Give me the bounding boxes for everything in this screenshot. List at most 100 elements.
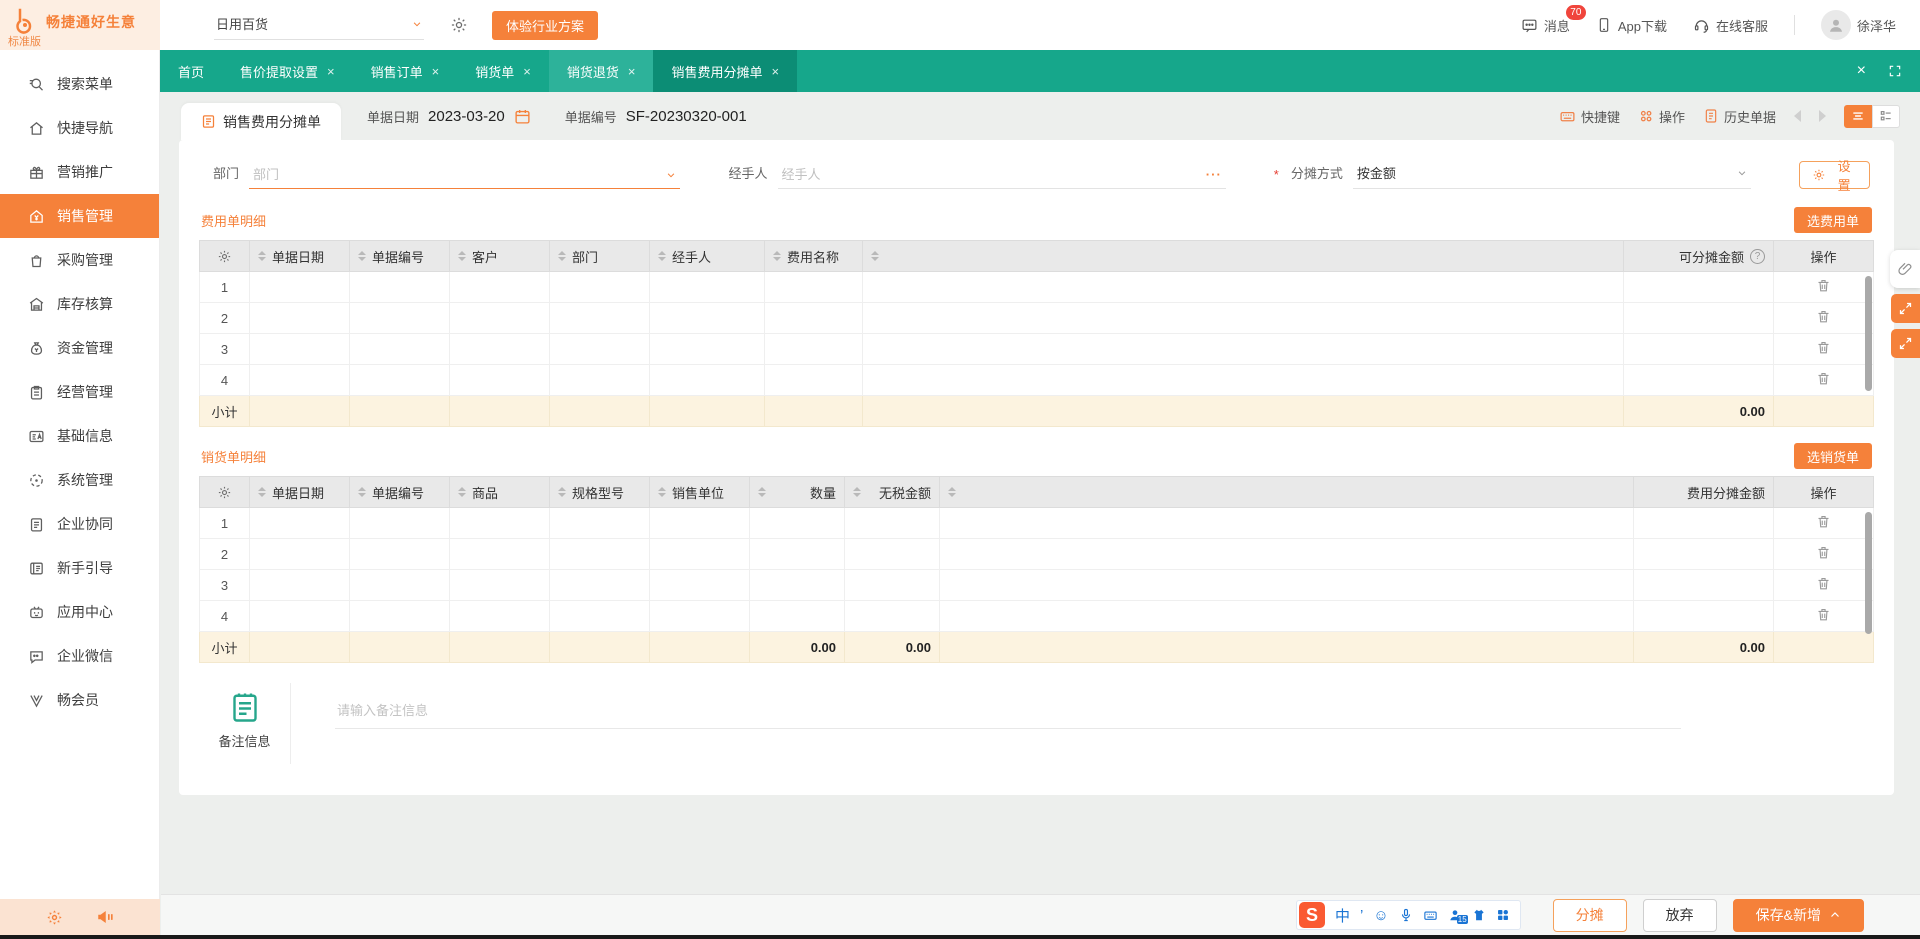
- expand-panel-icon[interactable]: [1891, 329, 1920, 358]
- account-select[interactable]: 日用百货: [214, 10, 424, 40]
- col-blank[interactable]: [862, 240, 1624, 272]
- settings-gear-icon[interactable]: [46, 909, 63, 926]
- sort-icon[interactable]: [758, 487, 766, 497]
- delete-row-icon[interactable]: [1816, 607, 1831, 622]
- col-doc-date[interactable]: 单据日期: [249, 240, 350, 272]
- fullscreen-icon[interactable]: [1888, 64, 1902, 78]
- col-expense-name[interactable]: 费用名称: [764, 240, 863, 272]
- sidebar-item-member[interactable]: 畅会员: [0, 678, 159, 722]
- sort-icon[interactable]: [358, 251, 366, 261]
- col-spec-model[interactable]: 规格型号: [549, 476, 650, 508]
- detail-view-toggle[interactable]: [1872, 104, 1900, 128]
- online-service-button[interactable]: 在线客服: [1693, 16, 1768, 35]
- ime-toolbox-icon[interactable]: [1496, 908, 1510, 922]
- col-allocated-amount[interactable]: 费用分摊金额: [1633, 476, 1774, 508]
- col-notax-amount[interactable]: 无税金额: [844, 476, 940, 508]
- method-select[interactable]: 按金额: [1352, 160, 1752, 189]
- close-icon[interactable]: ×: [628, 64, 636, 79]
- sort-icon[interactable]: [358, 487, 366, 497]
- sort-icon[interactable]: [853, 487, 861, 497]
- ime-keyboard-icon[interactable]: [1423, 908, 1438, 923]
- close-icon[interactable]: ×: [771, 64, 779, 79]
- settings-button[interactable]: 设置: [1799, 159, 1870, 193]
- sidebar-item-app-center[interactable]: 应用中心: [0, 590, 159, 634]
- app-download-button[interactable]: App下载: [1596, 16, 1667, 35]
- sidebar-item-enterprise-collab[interactable]: 企业协同: [0, 502, 159, 546]
- col-dept[interactable]: 部门: [549, 240, 650, 272]
- trial-industry-button[interactable]: 体验行业方案: [492, 10, 599, 40]
- gear-icon[interactable]: [450, 16, 468, 34]
- delete-row-icon[interactable]: [1816, 278, 1831, 293]
- attachment-paperclip-icon[interactable]: [1890, 250, 1920, 288]
- sort-icon[interactable]: [258, 251, 266, 261]
- sidebar-item-wecom[interactable]: 企业微信: [0, 634, 159, 678]
- delete-row-icon[interactable]: [1816, 514, 1831, 529]
- col-handler[interactable]: 经手人: [649, 240, 765, 272]
- operations-button[interactable]: 操作: [1638, 107, 1685, 126]
- document-title-tab[interactable]: 销售费用分摊单: [181, 103, 341, 140]
- delete-row-icon[interactable]: [1816, 371, 1831, 386]
- sort-icon[interactable]: [558, 251, 566, 261]
- sort-icon[interactable]: [258, 487, 266, 497]
- col-doc-date[interactable]: 单据日期: [249, 476, 350, 508]
- sidebar-item-system-mgmt[interactable]: 系统管理: [0, 458, 159, 502]
- next-doc-icon[interactable]: [1819, 110, 1826, 122]
- sidebar-item-funds-mgmt[interactable]: 资金管理: [0, 326, 159, 370]
- table-scrollbar[interactable]: [1865, 512, 1872, 634]
- tab-sales-order[interactable]: 销售订单 ×: [353, 50, 458, 92]
- tab-sales-invoice[interactable]: 销货单 ×: [457, 50, 549, 92]
- col-blank[interactable]: [939, 476, 1634, 508]
- tab-price-extract-settings[interactable]: 售价提取设置 ×: [222, 50, 353, 92]
- delete-row-icon[interactable]: [1816, 309, 1831, 324]
- delete-row-icon[interactable]: [1816, 340, 1831, 355]
- delete-row-icon[interactable]: [1816, 545, 1831, 560]
- select-expense-doc-button[interactable]: 选费用单: [1793, 207, 1872, 233]
- allocate-button[interactable]: 分摊: [1552, 898, 1627, 932]
- ime-punctuation-toggle[interactable]: ’: [1360, 907, 1363, 924]
- tab-sales-return[interactable]: 销货退货 ×: [548, 50, 654, 92]
- sort-icon[interactable]: [458, 487, 466, 497]
- history-docs-button[interactable]: 历史单据: [1703, 107, 1776, 126]
- sort-icon[interactable]: [558, 487, 566, 497]
- sidebar-item-beginner-guide[interactable]: 新手引导: [0, 546, 159, 590]
- user-menu[interactable]: 徐泽华: [1820, 10, 1896, 40]
- sort-icon[interactable]: [658, 251, 666, 261]
- column-settings-gear[interactable]: [199, 240, 250, 272]
- sidebar-item-search-menu[interactable]: 搜索菜单: [0, 62, 159, 106]
- shortcut-keys-button[interactable]: 快捷键: [1559, 107, 1620, 126]
- sidebar-item-purchase-mgmt[interactable]: 采购管理: [0, 238, 159, 282]
- handler-picker[interactable]: ···: [777, 164, 1226, 189]
- sidebar-item-sales-mgmt[interactable]: 销售管理: [0, 194, 159, 238]
- sidebar-item-basic-info[interactable]: 基础信息: [0, 414, 159, 458]
- col-customer[interactable]: 客户: [449, 240, 550, 272]
- sort-icon[interactable]: [948, 487, 956, 497]
- sort-icon[interactable]: [871, 251, 879, 261]
- calendar-icon[interactable]: [514, 108, 531, 125]
- sort-icon[interactable]: [458, 251, 466, 261]
- dept-input[interactable]: [253, 167, 667, 182]
- close-icon[interactable]: ×: [327, 64, 335, 79]
- ime-logo-icon[interactable]: S: [1298, 902, 1325, 928]
- sidebar-item-quick-nav[interactable]: 快捷导航: [0, 106, 159, 150]
- ime-mic-icon[interactable]: [1399, 908, 1413, 922]
- sidebar-item-inventory[interactable]: 库存核算: [0, 282, 159, 326]
- expand-panel-icon[interactable]: [1891, 294, 1920, 323]
- handler-input[interactable]: [781, 167, 1206, 182]
- close-icon[interactable]: ×: [432, 64, 440, 79]
- col-allocatable-amount[interactable]: 可分摊金额?: [1623, 240, 1774, 272]
- close-all-tabs-icon[interactable]: ×: [1857, 62, 1866, 80]
- col-sales-unit[interactable]: 销售单位: [649, 476, 750, 508]
- collapse-announce-icon[interactable]: [96, 908, 114, 926]
- save-and-new-button[interactable]: 保存&新增: [1732, 898, 1864, 932]
- table-scrollbar[interactable]: [1865, 276, 1872, 391]
- col-doc-no[interactable]: 单据编号: [349, 240, 450, 272]
- more-options-icon[interactable]: ···: [1206, 167, 1222, 182]
- sidebar-item-operations-mgmt[interactable]: 经营管理: [0, 370, 159, 414]
- remark-input[interactable]: [335, 697, 1681, 729]
- sort-icon[interactable]: [773, 251, 781, 261]
- info-icon[interactable]: ?: [1750, 248, 1765, 264]
- list-view-toggle[interactable]: [1844, 104, 1872, 128]
- ime-language-toggle[interactable]: 中: [1335, 905, 1350, 926]
- discard-button[interactable]: 放弃: [1642, 898, 1717, 932]
- ime-skin-icon[interactable]: [1472, 908, 1486, 922]
